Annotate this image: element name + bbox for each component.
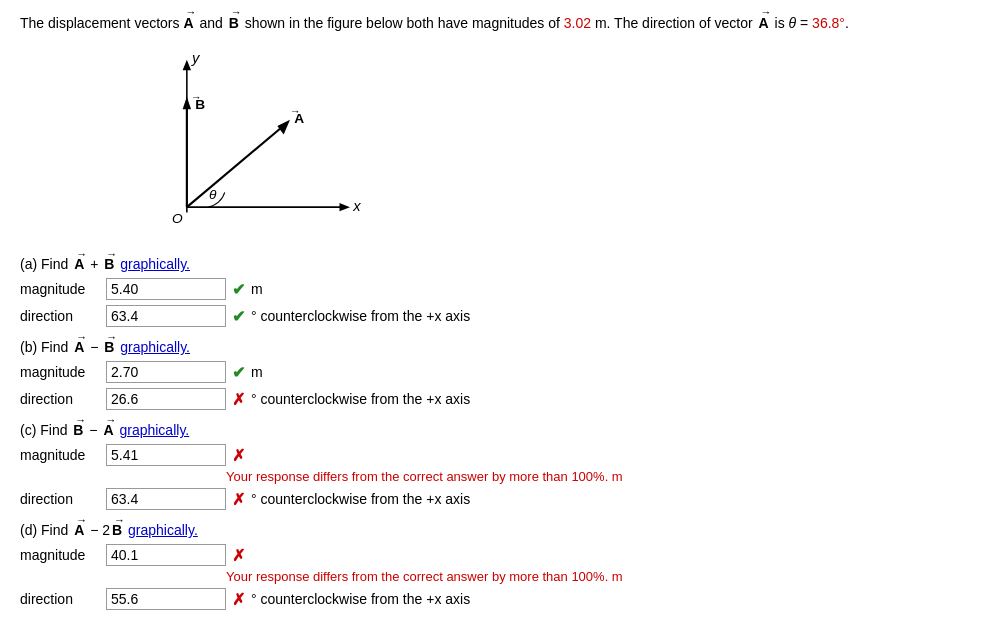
svg-marker-8 [183, 97, 191, 110]
vec-a-header: → A [183, 12, 193, 34]
figure: x y O B → A → θ [100, 44, 400, 244]
svg-text:O: O [172, 211, 183, 226]
problem-header: The displacement vectors → A and → B sho… [20, 12, 978, 34]
svg-text:→: → [191, 91, 202, 103]
label-magnitude-c: magnitude [20, 447, 100, 463]
label-direction-d: direction [20, 591, 100, 607]
input-direction-c[interactable] [106, 488, 226, 510]
label-direction-a: direction [20, 308, 100, 324]
cross-direction-b: ✗ [232, 390, 245, 409]
part-a-graphically: graphically. [120, 256, 190, 272]
input-direction-a[interactable] [106, 305, 226, 327]
vec-a-header2: → A [759, 12, 769, 34]
svg-text:x: x [352, 199, 361, 215]
part-a-direction-row: direction ✔ ° counterclockwise from the … [20, 305, 978, 327]
magnitude-value: 3.02 [564, 15, 591, 31]
part-d: (d) Find → A − 2 → B graphically. magnit… [20, 522, 978, 610]
parts-container: (a) Find → A + → B graphically. magnitud… [20, 256, 978, 610]
svg-text:y: y [191, 50, 201, 66]
check-magnitude-b: ✔ [232, 363, 245, 382]
part-b-magnitude-row: magnitude ✔ m [20, 361, 978, 383]
svg-text:θ: θ [209, 187, 217, 202]
theta-symbol: θ [789, 15, 797, 31]
svg-marker-1 [183, 60, 191, 71]
part-d-graphically: graphically. [128, 522, 198, 538]
cross-magnitude-d: ✗ [232, 546, 245, 565]
unit-direction-d: ° counterclockwise from the +x axis [251, 591, 470, 607]
input-magnitude-d[interactable] [106, 544, 226, 566]
check-direction-a: ✔ [232, 307, 245, 326]
label-magnitude-d: magnitude [20, 547, 100, 563]
part-b-direction-row: direction ✗ ° counterclockwise from the … [20, 388, 978, 410]
label-magnitude-b: magnitude [20, 364, 100, 380]
part-c-direction-row: direction ✗ ° counterclockwise from the … [20, 488, 978, 510]
part-d-magnitude-row: magnitude ✗ [20, 544, 978, 566]
input-direction-b[interactable] [106, 388, 226, 410]
unit-direction-b: ° counterclockwise from the +x axis [251, 391, 470, 407]
input-magnitude-b[interactable] [106, 361, 226, 383]
input-direction-d[interactable] [106, 588, 226, 610]
check-magnitude-a: ✔ [232, 280, 245, 299]
input-magnitude-c[interactable] [106, 444, 226, 466]
error-magnitude-c: Your response differs from the correct a… [226, 469, 978, 484]
vector-diagram: x y O B → A → θ [100, 44, 400, 244]
input-magnitude-a[interactable] [106, 278, 226, 300]
part-c: (c) Find → B − → A graphically. magnitud… [20, 422, 978, 510]
unit-magnitude-a: m [251, 281, 263, 297]
error-magnitude-d: Your response differs from the correct a… [226, 569, 978, 584]
part-c-magnitude-row: magnitude ✗ [20, 444, 978, 466]
svg-marker-3 [339, 203, 350, 211]
part-c-graphically: graphically. [119, 422, 189, 438]
cross-direction-c: ✗ [232, 490, 245, 509]
part-c-title: (c) Find → B − → A graphically. [20, 422, 978, 438]
cross-direction-d: ✗ [232, 590, 245, 609]
svg-marker-12 [277, 120, 290, 135]
theta-value: 36.8° [812, 15, 845, 31]
vec-b-header: → B [229, 12, 239, 34]
part-b: (b) Find → A − → B graphically. magnitud… [20, 339, 978, 410]
and-text: and [199, 15, 222, 31]
svg-line-11 [187, 123, 287, 207]
unit-magnitude-b: m [251, 364, 263, 380]
unit-direction-c: ° counterclockwise from the +x axis [251, 491, 470, 507]
part-d-direction-row: direction ✗ ° counterclockwise from the … [20, 588, 978, 610]
cross-magnitude-c: ✗ [232, 446, 245, 465]
part-a-title: (a) Find → A + → B graphically. [20, 256, 978, 272]
part-a-magnitude-row: magnitude ✔ m [20, 278, 978, 300]
part-d-title: (d) Find → A − 2 → B graphically. [20, 522, 978, 538]
label-direction-c: direction [20, 491, 100, 507]
part-b-title: (b) Find → A − → B graphically. [20, 339, 978, 355]
part-b-graphically: graphically. [120, 339, 190, 355]
unit-direction-a: ° counterclockwise from the +x axis [251, 308, 470, 324]
svg-text:→: → [290, 105, 301, 117]
label-magnitude-a: magnitude [20, 281, 100, 297]
part-a: (a) Find → A + → B graphically. magnitud… [20, 256, 978, 327]
label-direction-b: direction [20, 391, 100, 407]
